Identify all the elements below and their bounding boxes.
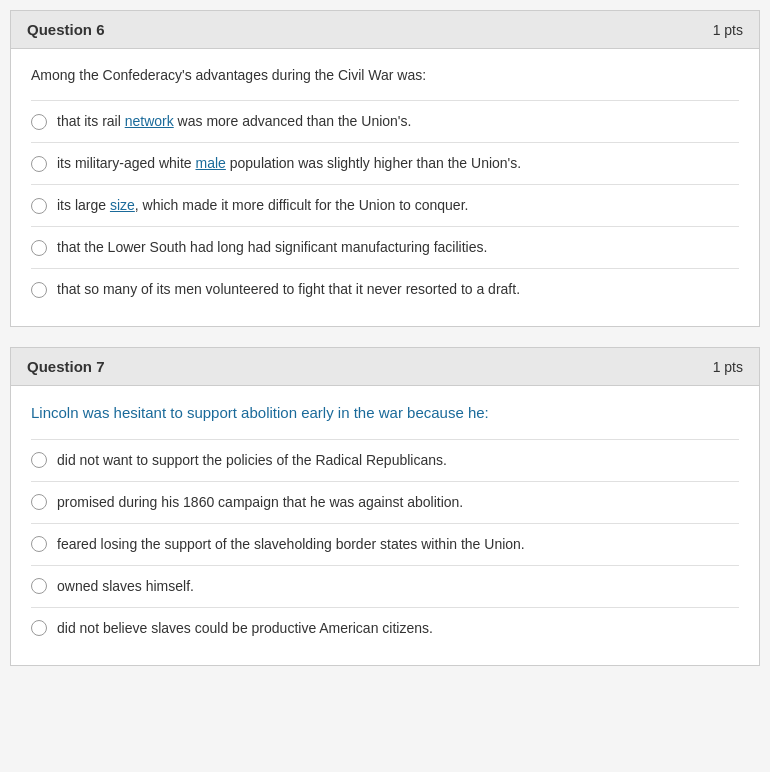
list-item: did not believe slaves could be producti… xyxy=(31,607,739,649)
question-6-pts: 1 pts xyxy=(713,22,743,38)
male-link[interactable]: male xyxy=(196,155,226,171)
list-item: feared losing the support of the slaveho… xyxy=(31,523,739,565)
question-6-header: Question 6 1 pts xyxy=(11,11,759,49)
network-link[interactable]: network xyxy=(125,113,174,129)
question-7-title: Question 7 xyxy=(27,358,105,375)
radio-q6-opt5[interactable] xyxy=(31,282,47,298)
question-6-card: Question 6 1 pts Among the Confederacy's… xyxy=(10,10,760,327)
question-7-header: Question 7 1 pts xyxy=(11,348,759,386)
radio-q6-opt1[interactable] xyxy=(31,114,47,130)
size-link[interactable]: size xyxy=(110,197,135,213)
radio-q7-opt2[interactable] xyxy=(31,494,47,510)
list-item: its military-aged white male population … xyxy=(31,142,739,184)
option-text: that the Lower South had long had signif… xyxy=(57,237,487,258)
option-text: its military-aged white male population … xyxy=(57,153,521,174)
radio-q7-opt4[interactable] xyxy=(31,578,47,594)
question-7-text: Lincoln was hesitant to support abolitio… xyxy=(31,402,739,425)
question-7-card: Question 7 1 pts Lincoln was hesitant to… xyxy=(10,347,760,666)
question-7-options: did not want to support the policies of … xyxy=(31,439,739,649)
question-7-body: Lincoln was hesitant to support abolitio… xyxy=(11,386,759,665)
list-item: did not want to support the policies of … xyxy=(31,439,739,481)
option-text: that its rail network was more advanced … xyxy=(57,111,411,132)
option-text: did not believe slaves could be producti… xyxy=(57,618,433,639)
list-item: that so many of its men volunteered to f… xyxy=(31,268,739,310)
option-text: did not want to support the policies of … xyxy=(57,450,447,471)
option-text: promised during his 1860 campaign that h… xyxy=(57,492,463,513)
question-6-body: Among the Confederacy's advantages durin… xyxy=(11,49,759,326)
option-text: its large size, which made it more diffi… xyxy=(57,195,468,216)
radio-q6-opt3[interactable] xyxy=(31,198,47,214)
question-6-text: Among the Confederacy's advantages durin… xyxy=(31,65,739,86)
option-text: that so many of its men volunteered to f… xyxy=(57,279,520,300)
list-item: owned slaves himself. xyxy=(31,565,739,607)
radio-q7-opt3[interactable] xyxy=(31,536,47,552)
question-6-options: that its rail network was more advanced … xyxy=(31,100,739,310)
option-text: owned slaves himself. xyxy=(57,576,194,597)
list-item: promised during his 1860 campaign that h… xyxy=(31,481,739,523)
list-item: that the Lower South had long had signif… xyxy=(31,226,739,268)
option-text: feared losing the support of the slaveho… xyxy=(57,534,525,555)
radio-q6-opt2[interactable] xyxy=(31,156,47,172)
list-item: that its rail network was more advanced … xyxy=(31,100,739,142)
radio-q6-opt4[interactable] xyxy=(31,240,47,256)
radio-q7-opt5[interactable] xyxy=(31,620,47,636)
list-item: its large size, which made it more diffi… xyxy=(31,184,739,226)
radio-q7-opt1[interactable] xyxy=(31,452,47,468)
question-7-pts: 1 pts xyxy=(713,359,743,375)
question-6-title: Question 6 xyxy=(27,21,105,38)
